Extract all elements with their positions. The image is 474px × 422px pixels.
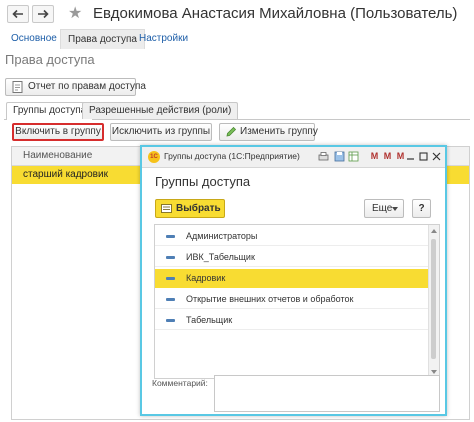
- report-icon: [12, 81, 23, 93]
- change-group-button[interactable]: Изменить группу: [219, 123, 318, 141]
- include-in-group-button[interactable]: Включить в группу: [12, 123, 104, 141]
- scroll-down-icon[interactable]: [431, 370, 437, 374]
- list-item-label: Открытие внешних отчетов и обработок: [186, 294, 354, 304]
- list-item[interactable]: ИВК_Табельщик: [155, 248, 430, 267]
- tab-settings[interactable]: Настройки: [132, 29, 195, 49]
- more-button[interactable]: Еще: [364, 199, 404, 218]
- help-button[interactable]: ?: [412, 199, 431, 218]
- star-icon[interactable]: ★: [68, 5, 82, 23]
- list-item-label: Табельщик: [186, 315, 233, 325]
- groups-list: Администраторы ИВК_Табельщик Кадровик От…: [154, 224, 440, 379]
- table-cell: старший кадровик: [23, 169, 108, 180]
- 1c-logo-icon: 1С: [148, 151, 160, 163]
- pencil-icon: [226, 126, 237, 137]
- more-label: Еще: [372, 203, 393, 214]
- minimize-icon[interactable]: [405, 151, 416, 162]
- subtab-access-groups[interactable]: Группы доступа: [6, 102, 94, 120]
- list-item-label: ИВК_Табельщик: [186, 252, 255, 262]
- dialog-heading: Группы доступа: [155, 174, 251, 189]
- memory-m-icon[interactable]: M: [369, 151, 380, 162]
- back-button[interactable]: [7, 5, 29, 23]
- list-item[interactable]: Администраторы: [155, 227, 430, 246]
- column-name-header: Наименование: [23, 150, 93, 161]
- chevron-down-icon: [392, 207, 398, 211]
- dialog-window-title: Группы доступа (1С:Предприятие): [164, 151, 300, 161]
- group-item-icon: [166, 235, 175, 238]
- close-icon[interactable]: [431, 151, 442, 162]
- select-button[interactable]: Выбрать: [155, 199, 225, 218]
- list-item-label: Кадровик: [186, 273, 226, 283]
- section-title: Права доступа: [5, 52, 95, 67]
- list-item[interactable]: Табельщик: [155, 311, 430, 330]
- dialog-titlebar: 1С Группы доступа (1С:Предприятие) M M M: [142, 147, 445, 168]
- group-item-icon: [166, 298, 175, 301]
- table-icon[interactable]: [348, 151, 359, 162]
- list-scrollbar[interactable]: [428, 225, 439, 378]
- group-item-icon: [166, 256, 175, 259]
- list-item[interactable]: Открытие внешних отчетов и обработок: [155, 290, 430, 309]
- access-report-button[interactable]: Отчет по правам доступа: [5, 78, 146, 96]
- comment-label: Комментарий:: [152, 378, 208, 388]
- memory-mplus-icon[interactable]: M: [382, 151, 393, 162]
- select-icon: [161, 204, 172, 213]
- select-label: Выбрать: [176, 203, 221, 214]
- forward-button[interactable]: [32, 5, 54, 23]
- save-icon[interactable]: [334, 151, 345, 162]
- scroll-thumb[interactable]: [431, 239, 436, 359]
- subtab-allowed-actions[interactable]: Разрешенные действия (роли): [82, 102, 239, 119]
- page-title: Евдокимова Анастасия Михайловна (Пользов…: [93, 5, 458, 22]
- group-item-icon: [166, 319, 175, 322]
- list-item-label: Администраторы: [186, 231, 258, 241]
- change-group-label: Изменить группу: [240, 126, 318, 137]
- maximize-icon[interactable]: [418, 151, 429, 162]
- scroll-up-icon[interactable]: [431, 229, 437, 233]
- access-report-label: Отчет по правам доступа: [28, 81, 146, 92]
- subtabs: Группы доступа Разрешенные действия (рол…: [4, 100, 470, 120]
- arrow-left-icon: [12, 9, 23, 19]
- exclude-from-group-button[interactable]: Исключить из группы: [110, 123, 212, 141]
- arrow-right-icon: [38, 9, 49, 19]
- group-item-icon: [166, 277, 175, 280]
- tab-main[interactable]: Основное: [4, 29, 64, 49]
- printer-icon[interactable]: [318, 151, 329, 162]
- comment-field[interactable]: [214, 375, 440, 412]
- access-groups-dialog: 1С Группы доступа (1С:Предприятие) M M M…: [140, 145, 447, 416]
- list-item-selected[interactable]: Кадровик: [155, 269, 430, 288]
